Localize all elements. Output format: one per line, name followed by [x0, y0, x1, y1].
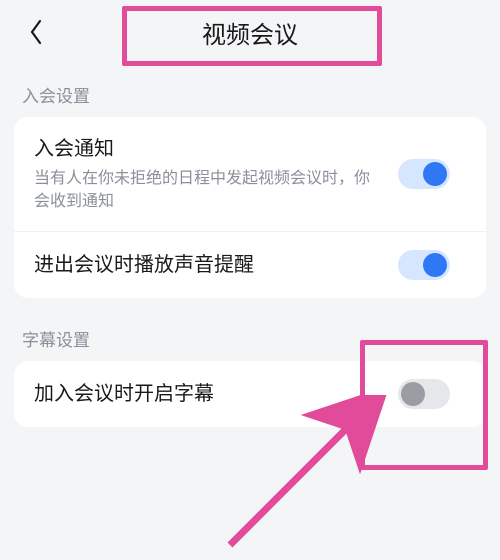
row-sound-alert: 进出会议时播放声音提醒: [14, 231, 486, 298]
header: 视频会议: [0, 0, 500, 64]
row-title-notify: 入会通知: [34, 135, 384, 163]
toggle-sound-alert[interactable]: [398, 250, 450, 280]
row-auto-subtitle: 加入会议时开启字幕: [14, 361, 486, 427]
toggle-join-notify[interactable]: [398, 159, 450, 189]
row-title-autosub: 加入会议时开启字幕: [34, 380, 384, 408]
row-desc-notify: 当有人在你未拒绝的日程中发起视频会议时，你会收到通知: [34, 167, 384, 213]
row-text: 进出会议时播放声音提醒: [34, 251, 398, 279]
row-join-notify: 入会通知 当有人在你未拒绝的日程中发起视频会议时，你会收到通知: [14, 117, 486, 231]
row-text: 入会通知 当有人在你未拒绝的日程中发起视频会议时，你会收到通知: [34, 135, 398, 213]
toggle-auto-subtitle[interactable]: [398, 379, 450, 409]
page-title: 视频会议: [0, 15, 500, 50]
section-label-subtitle: 字幕设置: [0, 298, 500, 361]
row-title-sound: 进出会议时播放声音提醒: [34, 251, 384, 279]
row-text: 加入会议时开启字幕: [34, 380, 398, 408]
join-settings-card: 入会通知 当有人在你未拒绝的日程中发起视频会议时，你会收到通知 进出会议时播放声…: [14, 117, 486, 298]
subtitle-settings-card: 加入会议时开启字幕: [14, 361, 486, 427]
back-icon[interactable]: [22, 18, 50, 46]
section-label-join: 入会设置: [0, 64, 500, 117]
